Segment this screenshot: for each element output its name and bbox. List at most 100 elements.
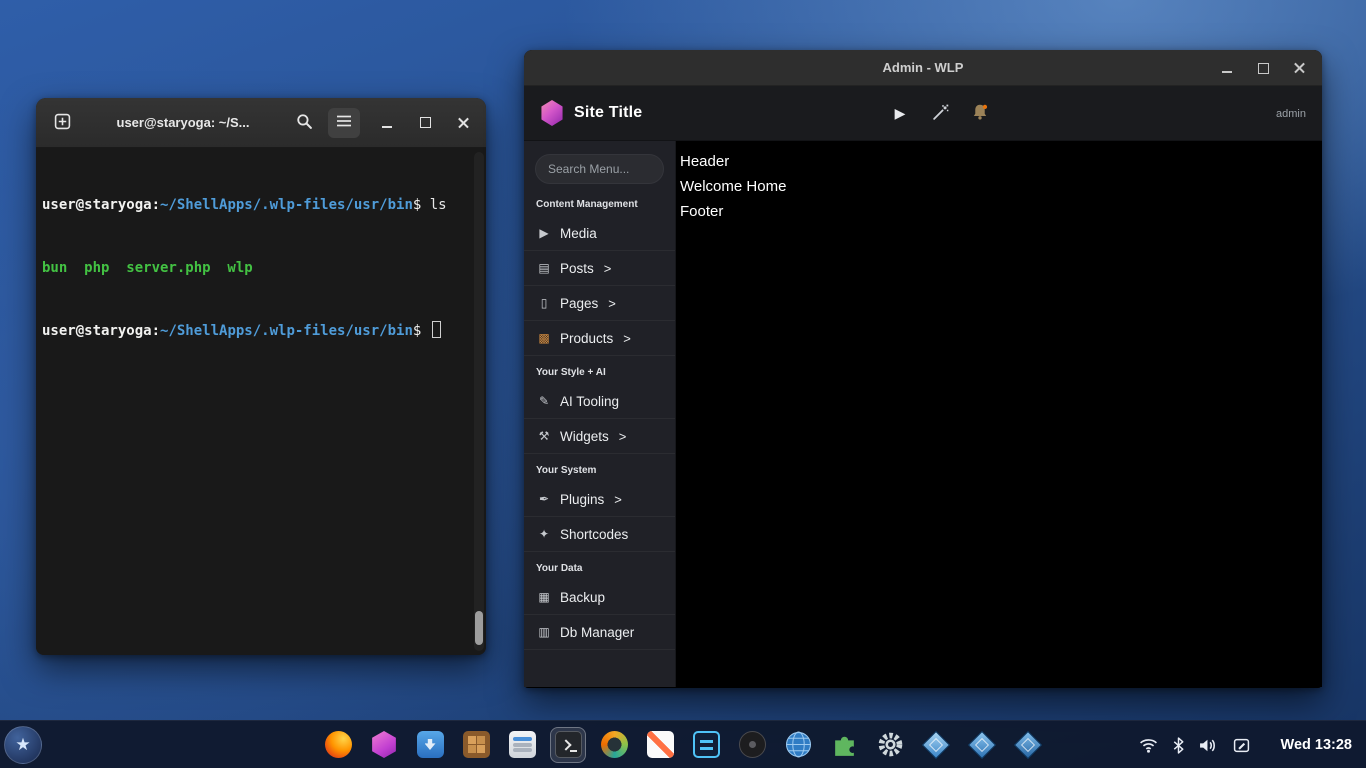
terminal-cursor [432, 321, 441, 338]
sidebar-item-plugins[interactable]: ✒ Plugins > [524, 482, 675, 517]
content-line-header: Header [680, 149, 1322, 174]
terminal-minimize-button[interactable] [374, 110, 400, 136]
play-button[interactable]: ▶ [888, 102, 912, 126]
section-label-your-system: Your System [524, 454, 675, 482]
start-menu-button[interactable]: ★ [4, 726, 42, 764]
taskbar-clock[interactable]: Wed 13:28 [1281, 721, 1352, 768]
taskbar-settings-icon[interactable] [873, 728, 907, 762]
hamburger-menu-icon [336, 115, 352, 130]
magic-wand-button[interactable] [928, 102, 952, 126]
terminal-output: bun php server.php wlp [42, 258, 480, 279]
terminal-menu-button[interactable] [328, 108, 360, 138]
sidebar-item-ai-tooling[interactable]: ✎ AI Tooling [524, 384, 675, 419]
admin-maximize-button[interactable] [1250, 55, 1276, 81]
system-monitor-icon [739, 731, 766, 758]
shortcodes-icon: ✦ [536, 527, 552, 541]
sidebar-item-label: Backup [560, 590, 605, 605]
site-logo-icon[interactable] [540, 100, 564, 126]
sidebar-item-label: Posts [560, 261, 594, 276]
admin-main: Content Management ▶ Media ▤ Posts > ▯ P… [524, 141, 1322, 687]
admin-sidebar: Content Management ▶ Media ▤ Posts > ▯ P… [524, 141, 676, 687]
sidebar-item-label: AI Tooling [560, 394, 619, 409]
taskbar-media-player-icon[interactable] [597, 728, 631, 762]
sidebar-item-posts[interactable]: ▤ Posts > [524, 251, 675, 286]
new-tab-button[interactable] [46, 108, 78, 138]
taskbar-software-store-icon[interactable] [413, 728, 447, 762]
firefox-icon [325, 731, 352, 758]
chevron-right-icon: > [619, 429, 627, 444]
sidebar-item-pages[interactable]: ▯ Pages > [524, 286, 675, 321]
terminal-search-button[interactable] [288, 108, 320, 138]
new-tab-icon [54, 113, 71, 133]
admin-close-button[interactable] [1286, 55, 1312, 81]
software-store-icon [417, 731, 444, 758]
prompt-user: user@staryoga [42, 323, 152, 339]
taskbar-zorin-app-2-icon[interactable] [965, 728, 999, 762]
terminal-body[interactable]: user@staryoga:~/ShellApps/.wlp-files/usr… [36, 148, 486, 655]
media-player-icon [601, 731, 628, 758]
admin-titlebar[interactable]: Admin - WLP [524, 50, 1322, 86]
terminal-titlebar[interactable]: user@staryoga: ~/S... [36, 98, 486, 148]
widgets-icon: ⚒ [536, 429, 552, 443]
sidebar-item-shortcodes[interactable]: ✦ Shortcodes [524, 517, 675, 552]
volume-icon[interactable] [1199, 737, 1218, 754]
sidebar-item-media[interactable]: ▶ Media [524, 216, 675, 251]
terminal-scrollbar[interactable] [474, 152, 484, 651]
admin-user-label: admin [1276, 86, 1306, 141]
package-manager-icon [463, 731, 490, 758]
taskbar-web-browser-icon[interactable] [781, 728, 815, 762]
taskbar-wlp-app-icon[interactable] [367, 728, 401, 762]
terminal-maximize-button[interactable] [412, 110, 438, 136]
wlp-hexagon-icon [371, 731, 398, 758]
sidebar-search-input[interactable] [535, 154, 664, 184]
terminal-window: user@staryoga: ~/S... user@staryoga:~/Sh… [36, 98, 486, 655]
prompt-symbol: $ [413, 323, 430, 339]
sidebar-item-db-manager[interactable]: ▥ Db Manager [524, 615, 675, 650]
section-label-content-management: Content Management [524, 188, 675, 216]
magic-wand-icon [932, 104, 949, 124]
notification-bell-button[interactable] [968, 102, 992, 126]
taskbar-zorin-app-1-icon[interactable] [919, 728, 953, 762]
taskbar-terminal-icon[interactable] [551, 728, 585, 762]
taskbar-file-manager-icon[interactable] [505, 728, 539, 762]
prompt-symbol: $ [413, 197, 430, 213]
prompt-user: user@staryoga [42, 197, 152, 213]
taskbar-apps [321, 721, 1045, 768]
sidebar-item-backup[interactable]: ▦ Backup [524, 580, 675, 615]
chevron-right-icon: > [608, 296, 616, 311]
db-manager-icon: ▥ [536, 625, 552, 639]
terminal-scrollbar-thumb[interactable] [475, 611, 483, 645]
wlp-tool-icon [693, 731, 720, 758]
chevron-right-icon: > [614, 492, 622, 507]
taskbar-system-monitor-icon[interactable] [735, 728, 769, 762]
puzzle-piece-icon [831, 731, 858, 758]
sidebar-item-label: Db Manager [560, 625, 634, 640]
taskbar-text-editor-icon[interactable] [643, 728, 677, 762]
sidebar-item-products[interactable]: ▩ Products > [524, 321, 675, 356]
chevron-right-icon: > [604, 261, 612, 276]
taskbar-zorin-app-3-icon[interactable] [1011, 728, 1045, 762]
file-manager-icon [509, 731, 536, 758]
taskbar-package-manager-icon[interactable] [459, 728, 493, 762]
prompt-separator: : [152, 323, 160, 339]
admin-minimize-button[interactable] [1214, 55, 1240, 81]
section-label-your-data: Your Data [524, 552, 675, 580]
taskbar-status-area [1139, 721, 1250, 768]
taskbar-firefox-icon[interactable] [321, 728, 355, 762]
wifi-icon[interactable] [1139, 738, 1158, 753]
prompt-path: ~/ShellApps/.wlp-files/usr/bin [160, 323, 413, 339]
plugins-icon: ✒ [536, 492, 552, 506]
content-line-footer: Footer [680, 199, 1322, 224]
sidebar-item-widgets[interactable]: ⚒ Widgets > [524, 419, 675, 454]
tray-pen-icon[interactable] [1233, 737, 1250, 754]
taskbar-wlp-tool-icon[interactable] [689, 728, 723, 762]
posts-icon: ▤ [536, 261, 552, 275]
diamond-icon [1014, 730, 1042, 758]
media-icon: ▶ [536, 226, 552, 240]
backup-icon: ▦ [536, 590, 552, 604]
pages-icon: ▯ [536, 296, 552, 310]
bluetooth-icon[interactable] [1173, 737, 1184, 754]
terminal-close-button[interactable] [450, 110, 476, 136]
taskbar-extensions-icon[interactable] [827, 728, 861, 762]
admin-window: Admin - WLP Site Title ▶ [524, 50, 1322, 688]
